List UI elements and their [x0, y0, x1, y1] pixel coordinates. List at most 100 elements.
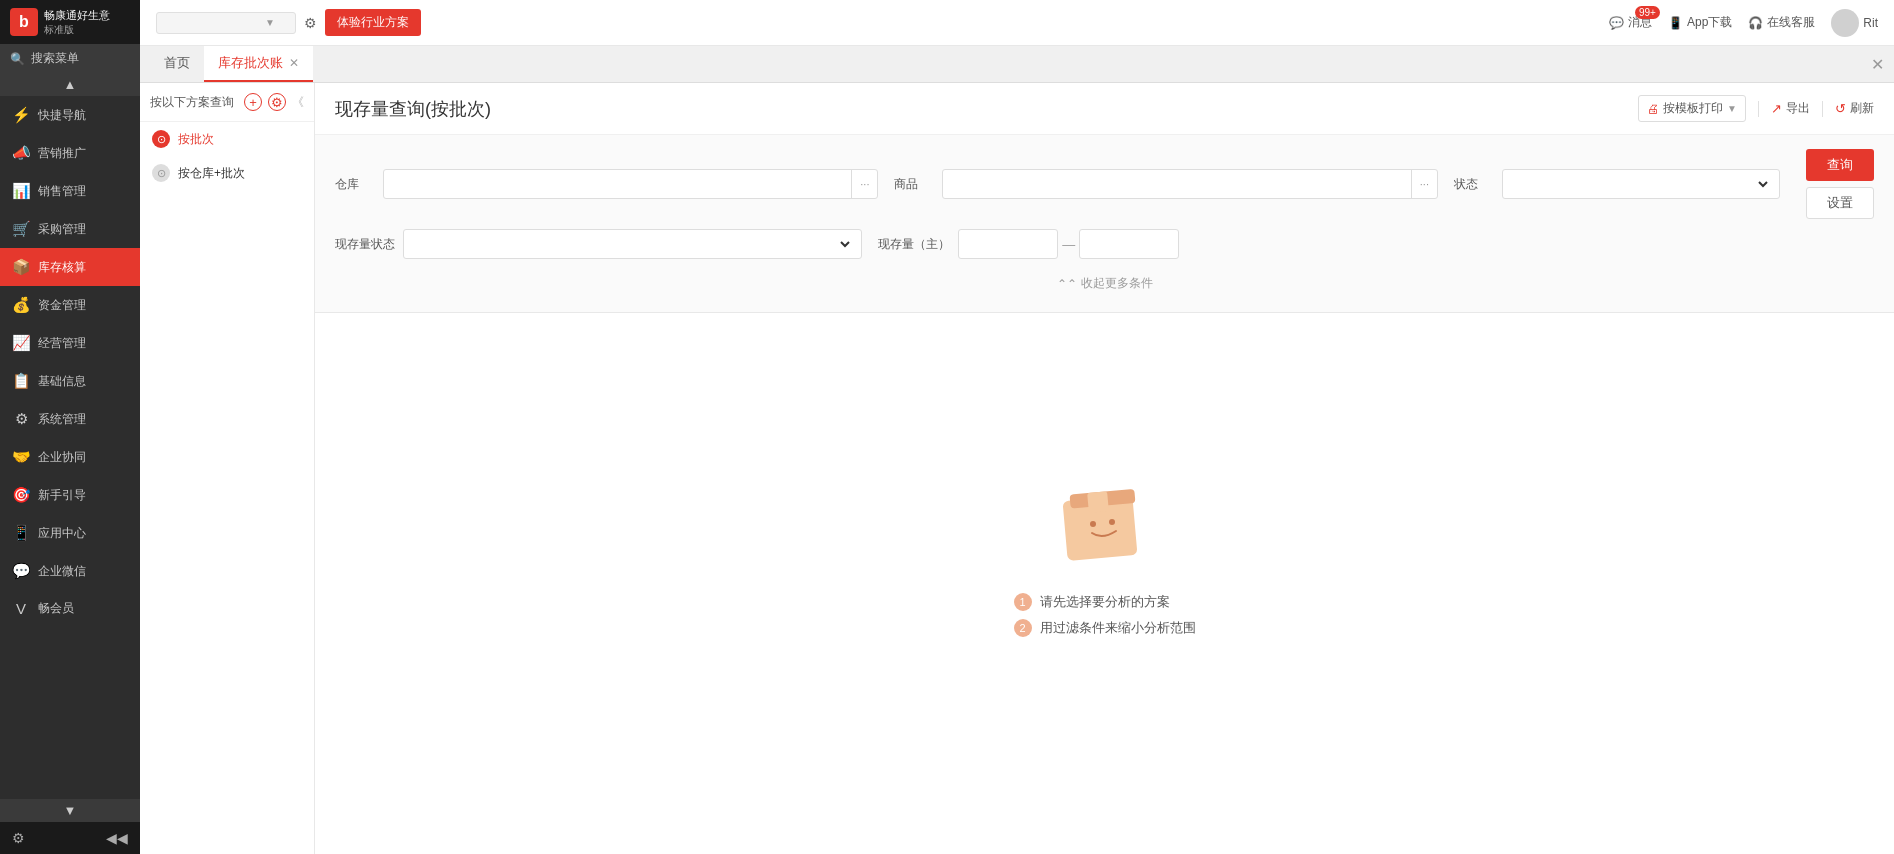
marketing-icon: 📣 — [12, 144, 30, 162]
filter-row-2: 现存量状态 现存量（主） — — [335, 229, 1874, 259]
query-area: 现存量查询(按批次) 🖨 按模板打印 ▼ ↗ 导出 ↺ 刷 — [315, 83, 1894, 854]
sidebar-item-guide[interactable]: 🎯 新手引导 — [0, 476, 140, 514]
status-select-input[interactable] — [1511, 170, 1771, 198]
qty-to-input[interactable] — [1079, 229, 1179, 259]
scheme-batch-label: 按批次 — [178, 131, 214, 148]
scheme-header: 按以下方案查询 + ⚙ 《 — [140, 83, 314, 122]
refresh-btn[interactable]: ↺ 刷新 — [1835, 100, 1874, 117]
chevron-down-icon: ▼ — [64, 803, 77, 818]
goods-field: 商品 ··· — [894, 169, 1437, 199]
divider-2 — [1822, 101, 1823, 117]
app-center-icon: 📱 — [12, 524, 30, 542]
sidebar-item-operation[interactable]: 📈 经营管理 — [0, 324, 140, 362]
collapse-icon: ⌃⌃ — [1057, 277, 1077, 291]
purchase-icon: 🛒 — [12, 220, 30, 238]
scheme-settings-btn[interactable]: ⚙ — [268, 93, 286, 111]
warehouse-input[interactable] — [384, 177, 851, 191]
sidebar-scroll-up[interactable]: ▲ — [0, 73, 140, 96]
tab-close-btn[interactable]: ✕ — [289, 56, 299, 70]
hint-num-1: 1 — [1014, 593, 1032, 611]
filter-form: 仓库 ··· 商品 ··· 状态 — [315, 135, 1894, 313]
hint-item-2: 2 用过滤条件来缩小分析范围 — [1014, 619, 1196, 637]
sidebar: b 畅康通好生意 标准版 🔍 搜索菜单 ▲ ⚡ 快捷导航 📣 营销推广 📊 销售… — [0, 0, 140, 854]
scheme-warehouse-batch-icon: ⊙ — [152, 164, 170, 182]
sidebar-footer: ⚙ ◀◀ — [0, 822, 140, 854]
print-template-btn[interactable]: 🖨 按模板打印 ▼ — [1638, 95, 1746, 122]
status-label: 状态 — [1454, 176, 1494, 193]
sidebar-item-enterprise[interactable]: 🤝 企业协同 — [0, 438, 140, 476]
warehouse-label: 仓库 — [335, 176, 375, 193]
sidebar-item-inventory[interactable]: 📦 库存核算 — [0, 248, 140, 286]
status-select[interactable] — [1502, 169, 1780, 199]
qty-from-input[interactable] — [958, 229, 1058, 259]
sidebar-item-sales[interactable]: 📊 销售管理 — [0, 172, 140, 210]
collapse-sidebar-btn[interactable]: ◀◀ — [106, 830, 128, 846]
sidebar-item-basic[interactable]: 📋 基础信息 — [0, 362, 140, 400]
printer-icon: 🖨 — [1647, 102, 1659, 116]
svg-point-3 — [1090, 521, 1096, 527]
sidebar-item-member[interactable]: V 畅会员 — [0, 590, 140, 627]
sidebar-scroll-down[interactable]: ▼ — [0, 799, 140, 822]
sidebar-search[interactable]: 🔍 搜索菜单 — [0, 44, 140, 73]
svg-point-4 — [1109, 519, 1115, 525]
inventory-status-select-input[interactable] — [412, 230, 853, 258]
avatar — [1831, 9, 1859, 37]
query-submit-btn[interactable]: 查询 — [1806, 149, 1874, 181]
empty-svg — [1050, 468, 1160, 568]
sidebar-header: b 畅康通好生意 标准版 — [0, 0, 140, 44]
print-dropdown-arrow[interactable]: ▼ — [1727, 103, 1737, 114]
guide-icon: 🎯 — [12, 486, 30, 504]
weixin-icon: 💬 — [12, 562, 30, 580]
search-dropdown-arrow[interactable]: ▼ — [265, 17, 275, 28]
sidebar-item-finance[interactable]: 💰 资金管理 — [0, 286, 140, 324]
tab-home[interactable]: 首页 — [150, 46, 204, 82]
sidebar-item-system[interactable]: ⚙ 系统管理 — [0, 400, 140, 438]
goods-input[interactable] — [943, 177, 1410, 191]
scheme-collapse-btn[interactable]: 《 — [292, 94, 304, 111]
basic-icon: 📋 — [12, 372, 30, 390]
scheme-add-btn[interactable]: + — [244, 93, 262, 111]
topbar-gear-icon[interactable]: ⚙ — [304, 15, 317, 31]
online-service-btn[interactable]: 🎧 在线客服 — [1748, 14, 1815, 31]
topbar-search-input[interactable] — [165, 16, 265, 30]
warehouse-input-wrapper: ··· — [383, 169, 878, 199]
scheme-item-warehouse-batch[interactable]: ⊙ 按仓库+批次 — [140, 156, 314, 190]
empty-state: 1 请先选择要分析的方案 2 用过滤条件来缩小分析范围 — [315, 313, 1894, 854]
chevron-up-icon: ▲ — [64, 77, 77, 92]
goods-input-wrapper: ··· — [942, 169, 1437, 199]
inventory-status-select[interactable] — [403, 229, 862, 259]
sidebar-item-weixin[interactable]: 💬 企业微信 — [0, 552, 140, 590]
empty-illustration — [1045, 463, 1165, 573]
scheme-warehouse-batch-label: 按仓库+批次 — [178, 165, 245, 182]
export-btn[interactable]: ↗ 导出 — [1771, 100, 1810, 117]
inventory-status-label: 现存量状态 — [335, 236, 395, 253]
query-title: 现存量查询(按批次) — [335, 97, 491, 121]
topbar-search-box[interactable]: ▼ — [156, 12, 296, 34]
qty-range: — — [958, 229, 1405, 259]
member-icon: V — [12, 600, 30, 617]
trial-btn[interactable]: 体验行业方案 — [325, 9, 421, 36]
query-header: 现存量查询(按批次) 🖨 按模板打印 ▼ ↗ 导出 ↺ 刷 — [315, 83, 1894, 135]
status-field: 状态 — [1454, 169, 1780, 199]
sidebar-item-app-center[interactable]: 📱 应用中心 — [0, 514, 140, 552]
sidebar-item-quick-nav[interactable]: ⚡ 快捷导航 — [0, 96, 140, 134]
query-header-actions: 🖨 按模板打印 ▼ ↗ 导出 ↺ 刷新 — [1638, 95, 1874, 122]
collapse-more-btn[interactable]: ⌃⌃ 收起更多条件 — [335, 269, 1874, 298]
scheme-panel-title: 按以下方案查询 — [150, 94, 234, 111]
goods-more-btn[interactable]: ··· — [1411, 170, 1437, 198]
warehouse-field: 仓库 ··· — [335, 169, 878, 199]
scheme-item-batch[interactable]: ⊙ 按批次 — [140, 122, 314, 156]
user-profile-btn[interactable]: Rit — [1831, 9, 1878, 37]
app-download-btn[interactable]: 📱 App下载 — [1668, 14, 1732, 31]
tabs-bar: 首页 库存批次账 ✕ ✕ — [140, 46, 1894, 83]
filter-actions: 查询 设置 — [1806, 149, 1874, 219]
sidebar-item-purchase[interactable]: 🛒 采购管理 — [0, 210, 140, 248]
warehouse-more-btn[interactable]: ··· — [851, 170, 877, 198]
sidebar-item-marketing[interactable]: 📣 营销推广 — [0, 134, 140, 172]
settings-btn[interactable]: ⚙ — [12, 830, 25, 846]
tab-inventory-batch[interactable]: 库存批次账 ✕ — [204, 46, 313, 82]
tabs-close-all-btn[interactable]: ✕ — [1871, 55, 1884, 74]
topbar-right: 💬 消息 99+ 📱 App下载 🎧 在线客服 Rit — [1609, 9, 1878, 37]
messages-btn[interactable]: 💬 消息 99+ — [1609, 14, 1652, 31]
query-settings-btn[interactable]: 设置 — [1806, 187, 1874, 219]
